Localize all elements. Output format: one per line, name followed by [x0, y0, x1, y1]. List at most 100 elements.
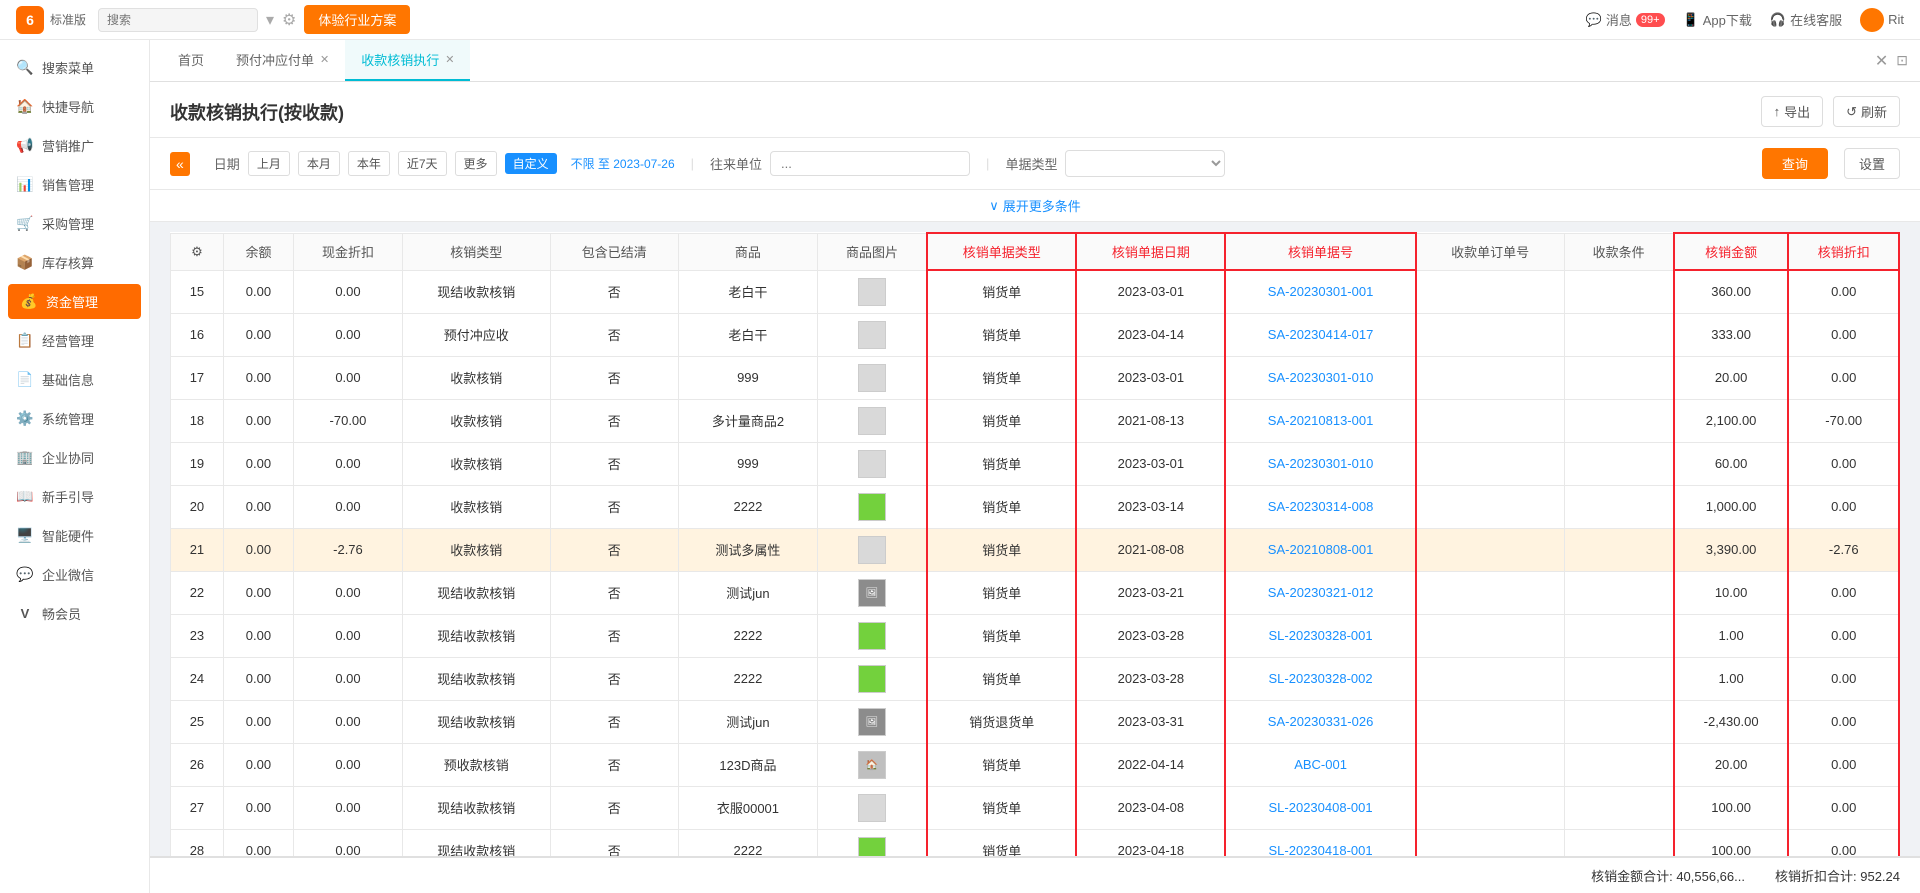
writeoff-no-link[interactable]: SA-20230301-010 [1268, 370, 1374, 385]
writeoff-no-link[interactable]: SA-20230301-010 [1268, 456, 1374, 471]
cell-receipt-order-no [1416, 528, 1564, 571]
app-download-btn[interactable]: 📱 App下载 [1683, 10, 1752, 29]
total-discount-row: 核销折扣合计: 952.24 [1775, 866, 1900, 885]
member-icon: V [16, 605, 34, 623]
cell-writeoff-amount: 100.00 [1674, 786, 1789, 829]
cell-writeoff-no[interactable]: SA-20230414-017 [1225, 313, 1415, 356]
cell-writeoff-no[interactable]: ABC-001 [1225, 743, 1415, 786]
sidebar-item-purchase[interactable]: 🛒 采购管理 [0, 204, 149, 243]
writeoff-no-link[interactable]: SL-20230408-001 [1269, 800, 1373, 815]
cell-writeoff-no[interactable]: SL-20230418-001 [1225, 829, 1415, 856]
th-receipt-order-no: 收款单订单号 [1416, 233, 1564, 270]
writeoff-no-link[interactable]: SA-20210808-001 [1268, 542, 1374, 557]
cell-writeoff-discount: 0.00 [1788, 571, 1899, 614]
setting-btn[interactable]: 设置 [1844, 148, 1900, 179]
query-btn[interactable]: 查询 [1762, 148, 1828, 179]
filter-date-row: 日期 上月 本月 本年 近7天 更多 自定义 不限 至 2023-07-26 [214, 151, 675, 176]
writeoff-no-link[interactable]: SA-20230301-001 [1268, 284, 1374, 299]
close-window-icon[interactable]: ✕ [1875, 51, 1888, 71]
cell-writeoff-type: 现结收款核销 [402, 700, 550, 743]
user-profile[interactable]: Rit [1860, 8, 1904, 32]
cell-writeoff-no[interactable]: SL-20230408-001 [1225, 786, 1415, 829]
sidebar-item-enterprise[interactable]: 🏢 企业协同 [0, 438, 149, 477]
page-title: 收款核销执行(按收款) [170, 99, 344, 125]
th-goods-img: 商品图片 [817, 233, 927, 270]
maximize-icon[interactable]: ⊡ [1896, 52, 1908, 69]
last7days-btn[interactable]: 近7天 [398, 151, 447, 176]
cell-writeoff-no[interactable]: SA-20230331-026 [1225, 700, 1415, 743]
cell-include-settled: 否 [550, 614, 678, 657]
cell-writeoff-no[interactable]: SA-20210813-001 [1225, 399, 1415, 442]
industry-btn[interactable]: 体验行业方案 [304, 5, 410, 34]
tab-prepay[interactable]: 预付冲应付单 ✕ [220, 40, 345, 81]
search-input[interactable] [98, 8, 258, 32]
sidebar-item-sales[interactable]: 📊 销售管理 [0, 165, 149, 204]
cell-writeoff-no[interactable]: SL-20230328-001 [1225, 614, 1415, 657]
cell-goods-img [817, 270, 927, 313]
tab-prepay-close[interactable]: ✕ [320, 53, 329, 66]
tab-receivable-close[interactable]: ✕ [445, 53, 454, 66]
message-btn[interactable]: 💬 消息 99+ [1586, 10, 1665, 29]
cell-writeoff-no[interactable]: SA-20230301-010 [1225, 356, 1415, 399]
sidebar-item-hardware[interactable]: 🖥️ 智能硬件 [0, 516, 149, 555]
more-btn[interactable]: 更多 [455, 151, 497, 176]
from-unit-input[interactable] [770, 151, 970, 176]
custom-btn[interactable]: 自定义 [505, 153, 557, 174]
cell-writeoff-no[interactable]: SL-20230328-002 [1225, 657, 1415, 700]
cell-writeoff-no[interactable]: SA-20210808-001 [1225, 528, 1415, 571]
cell-writeoff-type: 预付冲应收 [402, 313, 550, 356]
cell-writeoff-no[interactable]: SA-20230301-010 [1225, 442, 1415, 485]
sidebar-item-system[interactable]: ⚙️ 系统管理 [0, 399, 149, 438]
dropdown-icon[interactable]: ▾ [266, 10, 274, 30]
last-month-btn[interactable]: 上月 [248, 151, 290, 176]
filter-expand-btn[interactable]: « [170, 152, 190, 176]
tab-receivable[interactable]: 收款核销执行 ✕ [345, 40, 470, 81]
from-unit-label: 往来单位 [710, 154, 762, 173]
bill-type-select[interactable] [1065, 150, 1225, 177]
th-gear[interactable]: ⚙ [171, 233, 224, 270]
writeoff-no-link[interactable]: SL-20230328-001 [1269, 628, 1373, 643]
finance-icon: 💰 [20, 293, 38, 311]
sidebar-item-finance[interactable]: 💰 资金管理 [8, 284, 141, 319]
sidebar-item-guide[interactable]: 📖 新手引导 [0, 477, 149, 516]
cell-writeoff-bill-type: 销货单 [927, 399, 1076, 442]
cell-receipt-order-no [1416, 657, 1564, 700]
sidebar-item-label-finance: 资金管理 [46, 292, 98, 311]
sidebar-item-inventory[interactable]: 📦 库存核算 [0, 243, 149, 282]
refresh-btn[interactable]: ↺ 刷新 [1833, 96, 1900, 127]
cell-writeoff-bill-type: 销货单 [927, 313, 1076, 356]
this-month-btn[interactable]: 本月 [298, 151, 340, 176]
cell-writeoff-bill-type: 销货单 [927, 829, 1076, 856]
tab-home-label: 首页 [178, 50, 204, 69]
cell-writeoff-no[interactable]: SA-20230301-001 [1225, 270, 1415, 313]
sidebar-item-wechat[interactable]: 💬 企业微信 [0, 555, 149, 594]
this-year-btn[interactable]: 本年 [348, 151, 390, 176]
cell-writeoff-amount: 20.00 [1674, 743, 1789, 786]
sidebar-item-operations[interactable]: 📋 经营管理 [0, 321, 149, 360]
cell-writeoff-date: 2023-03-01 [1076, 356, 1225, 399]
sidebar-item-quicknav[interactable]: 🏠 快捷导航 [0, 87, 149, 126]
cell-receipt-condition [1564, 356, 1674, 399]
sidebar-item-search[interactable]: 🔍 搜索菜单 [0, 48, 149, 87]
writeoff-no-link[interactable]: SA-20210813-001 [1268, 413, 1374, 428]
writeoff-no-link[interactable]: SA-20230321-012 [1268, 585, 1374, 600]
settings-icon[interactable]: ⚙ [282, 10, 296, 30]
writeoff-no-link[interactable]: SA-20230331-026 [1268, 714, 1374, 729]
sidebar-item-basicinfo[interactable]: 📄 基础信息 [0, 360, 149, 399]
expand-more-btn[interactable]: ∨ 展开更多条件 [989, 196, 1081, 215]
cell-balance: 0.00 [223, 528, 293, 571]
cell-writeoff-no[interactable]: SA-20230314-008 [1225, 485, 1415, 528]
collapse-icon[interactable]: « [170, 152, 190, 176]
export-btn[interactable]: ↑ 导出 [1761, 96, 1824, 127]
writeoff-no-link[interactable]: SL-20230418-001 [1269, 843, 1373, 856]
writeoff-no-link[interactable]: SA-20230414-017 [1268, 327, 1374, 342]
online-service-btn[interactable]: 🎧 在线客服 [1770, 10, 1842, 29]
sidebar-item-member[interactable]: V 畅会员 [0, 594, 149, 633]
tab-home[interactable]: 首页 [162, 40, 220, 81]
cell-writeoff-no[interactable]: SA-20230321-012 [1225, 571, 1415, 614]
sidebar-item-marketing[interactable]: 📢 营销推广 [0, 126, 149, 165]
writeoff-no-link[interactable]: SA-20230314-008 [1268, 499, 1374, 514]
writeoff-no-link[interactable]: SL-20230328-002 [1269, 671, 1373, 686]
writeoff-no-link[interactable]: ABC-001 [1294, 757, 1347, 772]
cell-writeoff-date: 2021-08-13 [1076, 399, 1225, 442]
